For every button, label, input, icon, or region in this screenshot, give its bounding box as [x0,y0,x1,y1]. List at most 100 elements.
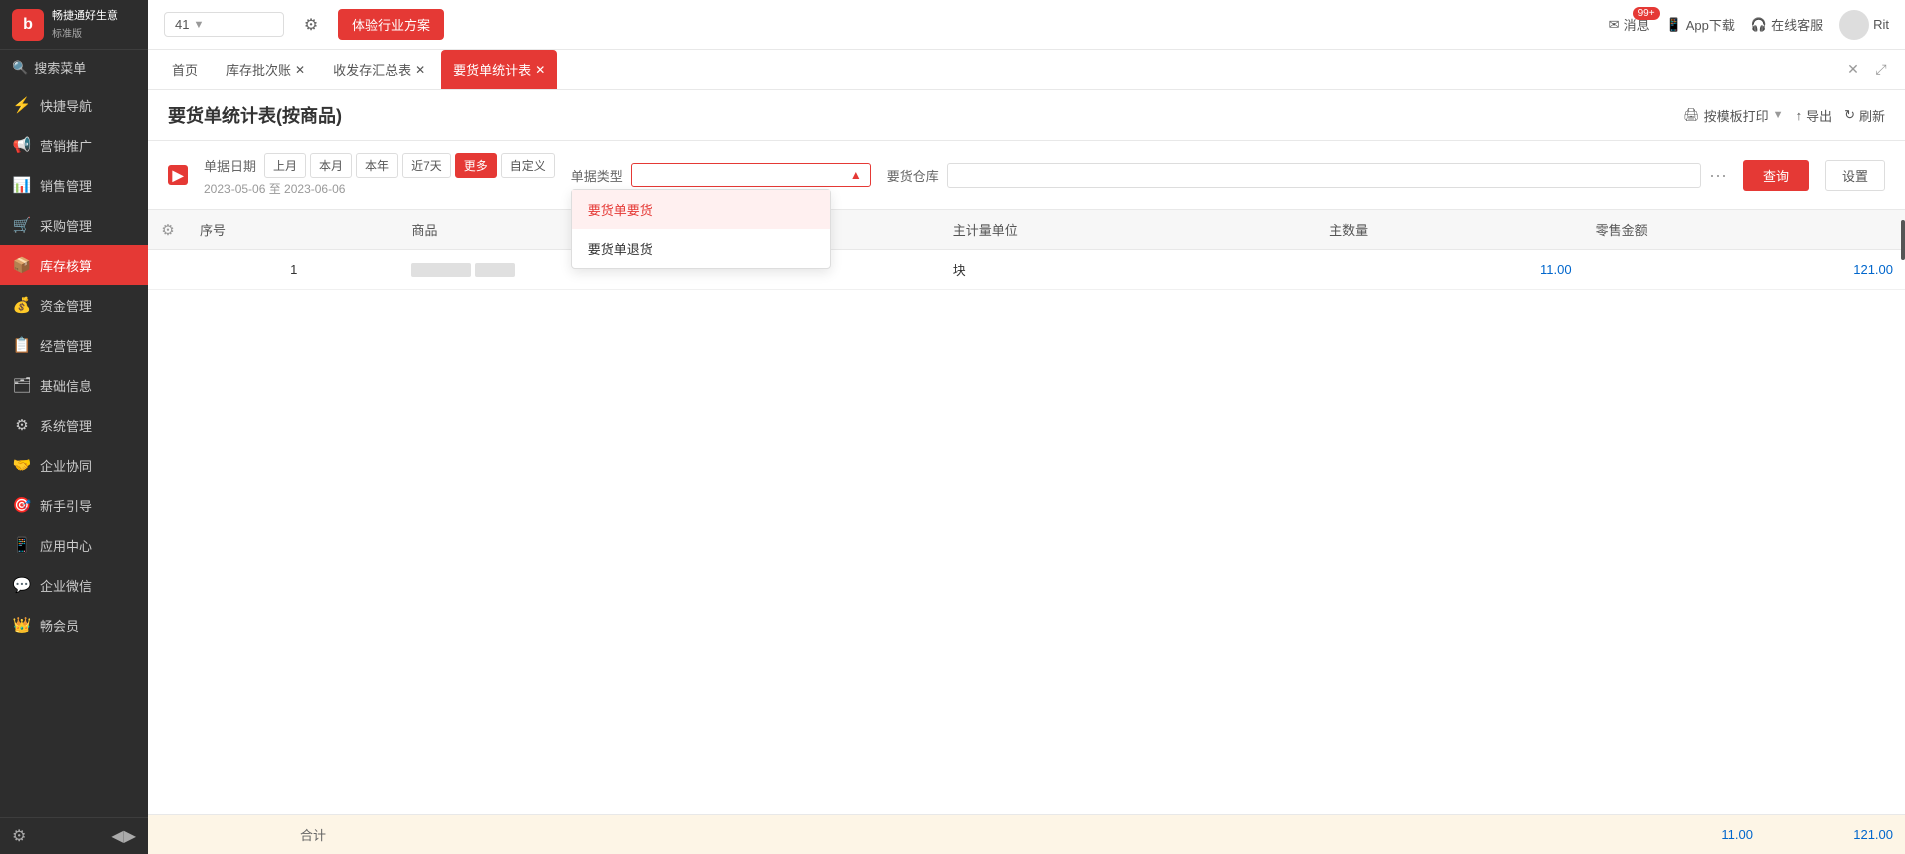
page-header: 要货单统计表(按商品) 🖨 按模板打印 ▼ ↑ 导出 ↻ 刷新 [148,90,1905,141]
header-right: ✉ 消息 99+ 📱 App下载 🎧 在线客服 Rit [1609,10,1889,40]
nav-icon-guide: 🎯 [12,495,32,515]
nav-label-wechat: 企业微信 [40,576,92,595]
more-filters-icon[interactable]: ··· [1709,166,1727,184]
message-icon: ✉ [1609,17,1620,33]
sidebar-item-quick-nav[interactable]: ⚡快捷导航 [0,85,148,125]
headset-icon: 🎧 [1751,17,1767,33]
logo-icon: b [12,9,44,41]
date-label: 单据日期 [204,156,256,175]
nav-icon-system: ⚙ [12,415,32,435]
settings-icon[interactable]: ⚙ [12,826,26,846]
col-header-unit: 主计量单位 [941,210,1317,250]
print-chevron-icon: ▼ [1773,109,1784,121]
messages-button[interactable]: ✉ 消息 99+ [1609,15,1650,34]
query-button[interactable]: 查询 [1743,160,1809,191]
content-area: 要货单统计表(按商品) 🖨 按模板打印 ▼ ↑ 导出 ↻ 刷新 ▶ [148,90,1905,854]
user-avatar[interactable]: Rit [1839,10,1889,40]
col-header-seq: 序号 [188,210,399,250]
sidebar-nav: ⚡快捷导航📢营销推广📊销售管理 🛒 采购管理 📦 库存核算 💰资金管理📋经营管理🗂基础信息… [0,85,148,817]
print-label: 按模板打印 [1704,106,1769,125]
last-month-btn[interactable]: 上月 [264,153,306,178]
export-icon: ↑ [1796,108,1803,123]
sidebar-item-purchase[interactable]: 🛒 采购管理 [0,205,148,245]
settings-button[interactable]: 设置 [1825,160,1885,191]
nav-label-inventory: 库存核算 [40,256,92,275]
col-header-quantity: 主数量 [1317,210,1583,250]
avatar-image [1839,10,1869,40]
sidebar-item-finance[interactable]: 💰资金管理 [0,285,148,325]
cell-seq: 1 [188,250,399,290]
type-label: 单据类型 [571,166,623,185]
app-download-label: App下载 [1686,15,1735,34]
tab-fullscreen-icon[interactable]: ⤢ [1869,58,1893,82]
table-settings-icon[interactable]: ⚙ [161,222,174,239]
table-body: 1 块 11.00 121.00 [148,250,1905,290]
custom-date-btn[interactable]: 自定义 [501,153,555,178]
sidebar-item-enterprise[interactable]: 🤝企业协同 [0,445,148,485]
search-menu[interactable]: 🔍 搜索菜单 [0,50,148,85]
table-wrapper: ⚙序号商品主计量单位主数量零售金额 1 块 11.00 121.00 [148,210,1905,814]
date-filter-group: 单据日期 上月 本月 本年 近7天 更多 自定义 2023-05-06 至 20… [204,153,555,197]
sidebar-item-guide[interactable]: 🎯新手引导 [0,485,148,525]
chevron-down-icon: ▼ [193,19,204,31]
nav-icon-operations: 📋 [12,335,32,355]
tab-inventory-batch[interactable]: 库存批次账✕ [214,50,317,89]
sidebar-item-operations[interactable]: 📋经营管理 [0,325,148,365]
tab-close-inventory-batch[interactable]: ✕ [295,63,305,77]
tab-order-stats[interactable]: 要货单统计表✕ [441,50,557,89]
tab-home[interactable]: 首页 [160,50,210,89]
export-button[interactable]: ↑ 导出 [1796,106,1833,125]
print-button[interactable]: 🖨 按模板打印 ▼ [1683,106,1783,125]
type-select[interactable]: ▲ [631,163,871,187]
sidebar-item-wechat[interactable]: 💬企业微信 [0,565,148,605]
cell-amount: 121.00 [1584,250,1905,290]
tab-expand-icon[interactable]: ✕ [1841,58,1865,82]
collapse-icon[interactable]: ◀▶ [111,826,136,846]
tab-close-receive-summary[interactable]: ✕ [415,63,425,77]
this-year-btn[interactable]: 本年 [356,153,398,178]
nav-icon-purchase: 🛒 [12,215,32,235]
this-month-btn[interactable]: 本月 [310,153,352,178]
nav-icon-vip: 👑 [12,615,32,635]
nav-label-purchase: 采购管理 [40,216,92,235]
sidebar-item-basic-info[interactable]: 🗂基础信息 [0,365,148,405]
export-label: 导出 [1806,106,1832,125]
trial-button[interactable]: 体验行业方案 [338,9,444,40]
tab-receive-summary[interactable]: 收发存汇总表✕ [321,50,437,89]
nav-label-app-center: 应用中心 [40,536,92,555]
tabs-bar: 首页库存批次账✕收发存汇总表✕要货单统计表✕ ✕ ⤢ [148,50,1905,90]
refresh-button[interactable]: ↻ 刷新 [1844,106,1885,125]
sidebar-item-vip[interactable]: 👑畅会员 [0,605,148,645]
sidebar-item-system[interactable]: ⚙系统管理 [0,405,148,445]
warehouse-filter: 要货仓库 ··· [887,163,1727,188]
footer-quantity: 11.00 [1653,827,1753,842]
filter-bar: ▶ 单据日期 上月 本月 本年 近7天 更多 自定义 2023-05-06 至 … [148,141,1905,210]
phone-icon: 📱 [1666,17,1682,33]
gear-button[interactable]: ⚙ [296,10,326,40]
warehouse-label: 要货仓库 [887,166,939,185]
cell-quantity: 11.00 [1317,250,1583,290]
chevron-up-icon: ▲ [850,168,862,182]
dropdown-item-return[interactable]: 要货单退货 [572,229,830,268]
sidebar-item-sales[interactable]: 📊销售管理 [0,165,148,205]
dropdown-item-order[interactable]: 要货单要货 [572,190,830,229]
sidebar-item-app-center[interactable]: 📱应用中心 [0,525,148,565]
nav-icon-inventory: 📦 [12,255,32,275]
expand-toggle[interactable]: ▶ [168,165,188,185]
sidebar-item-inventory[interactable]: 📦 库存核算 [0,245,148,285]
last-7-days-btn[interactable]: 近7天 [402,153,451,178]
sidebar-item-marketing[interactable]: 📢营销推广 [0,125,148,165]
nav-label-quick-nav: 快捷导航 [40,96,92,115]
col-header-settings[interactable]: ⚙ [148,210,188,250]
store-selector[interactable]: 41 ▼ [164,12,284,37]
warehouse-input[interactable] [947,163,1701,188]
app-download-button[interactable]: 📱 App下载 [1666,15,1735,34]
footer-amount: 121.00 [1793,827,1893,842]
online-service-button[interactable]: 🎧 在线客服 [1751,15,1823,34]
date-buttons: 上月 本月 本年 近7天 更多 自定义 [264,153,555,178]
more-date-btn[interactable]: 更多 [455,153,497,178]
table-header: ⚙序号商品主计量单位主数量零售金额 [148,210,1905,250]
total-label: 合计 [300,825,326,844]
tab-close-order-stats[interactable]: ✕ [535,63,545,77]
user-name: Rit [1873,17,1889,32]
